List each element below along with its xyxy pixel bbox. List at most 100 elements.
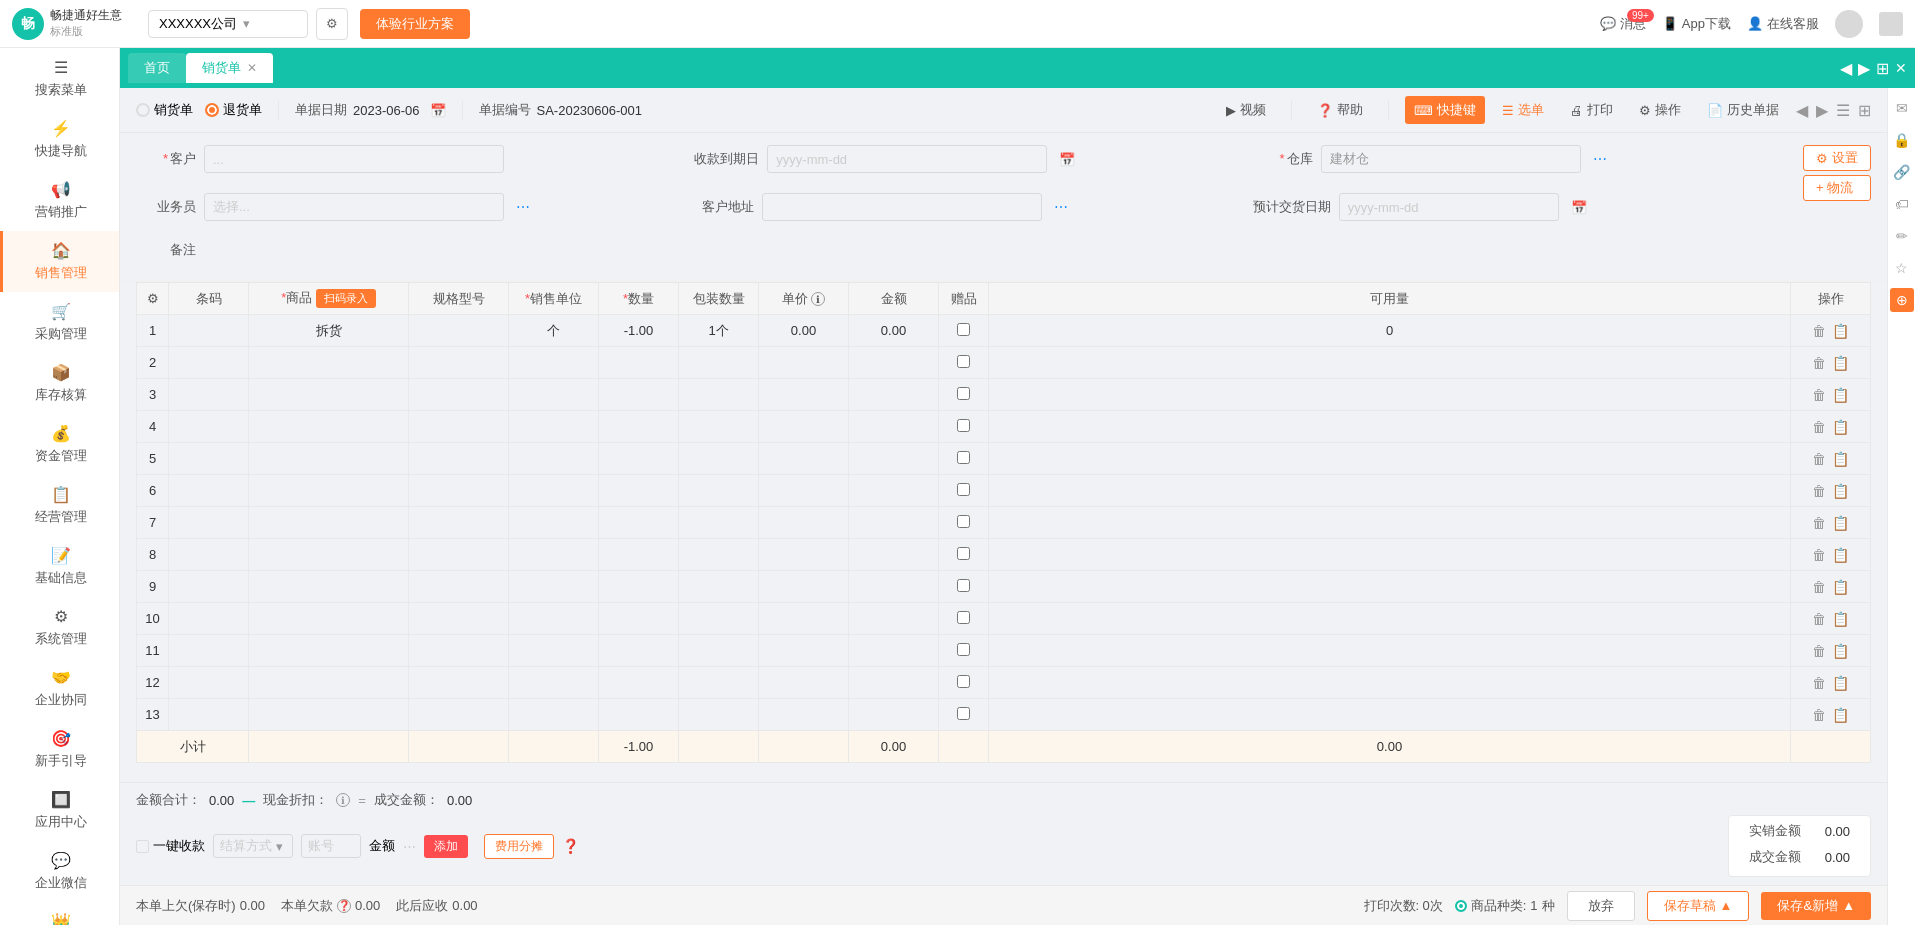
copy-row-icon[interactable]: 📋 (1832, 707, 1849, 723)
sidebar-item-corp[interactable]: 🤝 企业协同 (0, 658, 119, 719)
gift-checkbox[interactable] (957, 643, 970, 656)
gift-checkbox[interactable] (957, 419, 970, 432)
radio-return-order[interactable]: 退货单 (205, 101, 262, 119)
float-link-icon[interactable]: 🔗 (1890, 160, 1914, 184)
save-draft-button[interactable]: 保存草稿 ▲ (1647, 891, 1750, 921)
save-new-button[interactable]: 保存&新增 ▲ (1761, 892, 1871, 920)
tab-sales-order[interactable]: 销货单 ✕ (186, 53, 273, 83)
payment-calendar-icon[interactable]: 📅 (1059, 152, 1075, 167)
delete-row-icon[interactable]: 🗑 (1812, 515, 1826, 531)
copy-row-icon[interactable]: 📋 (1832, 579, 1849, 595)
tab-grid-icon[interactable]: ⊞ (1876, 59, 1889, 78)
customer-addr-input[interactable] (762, 193, 1042, 221)
app-download-button[interactable]: 📱 App下载 (1662, 15, 1731, 33)
gift-checkbox[interactable] (957, 451, 970, 464)
copy-row-icon[interactable]: 📋 (1832, 419, 1849, 435)
user-avatar[interactable] (1835, 10, 1863, 38)
view-list-icon[interactable]: ☰ (1836, 101, 1850, 120)
float-edit-icon[interactable]: ✏ (1890, 224, 1914, 248)
delete-row-icon[interactable]: 🗑 (1812, 483, 1826, 499)
print-btn[interactable]: 🖨 打印 (1561, 96, 1622, 124)
sidebar-item-base[interactable]: 📝 基础信息 (0, 536, 119, 597)
gift-checkbox[interactable] (957, 579, 970, 592)
nav-next-icon[interactable]: ▶ (1816, 101, 1828, 120)
float-tag-icon[interactable]: 🏷 (1890, 192, 1914, 216)
delete-row-icon[interactable]: 🗑 (1812, 451, 1826, 467)
delete-row-icon[interactable]: 🗑 (1812, 547, 1826, 563)
total-owed-info-icon[interactable]: ❓ (337, 899, 351, 913)
tab-back-icon[interactable]: ◀ (1840, 59, 1852, 78)
view-grid-icon[interactable]: ⊞ (1858, 101, 1871, 120)
sidebar-item-quick-nav[interactable]: ⚡ 快捷导航 (0, 109, 119, 170)
row-gift[interactable] (939, 315, 989, 347)
online-service-button[interactable]: 👤 在线客服 (1747, 15, 1819, 33)
expense-split-button[interactable]: 费用分摊 (484, 834, 554, 859)
delete-row-icon[interactable]: 🗑 (1812, 387, 1826, 403)
amount-link-icon[interactable]: ⋯ (403, 839, 416, 854)
sidebar-item-guide[interactable]: 🎯 新手引导 (0, 719, 119, 780)
row-qty[interactable]: -1.00 (599, 315, 679, 347)
delete-row-icon[interactable]: 🗑 (1812, 707, 1826, 723)
gift-checkbox[interactable] (957, 483, 970, 496)
float-star-icon[interactable]: ☆ (1890, 256, 1914, 280)
copy-row-icon[interactable]: 📋 (1832, 547, 1849, 563)
customer-addr-link-icon[interactable]: ⋯ (1054, 199, 1068, 215)
scan-barcode-button[interactable]: 扫码录入 (316, 289, 376, 308)
delete-row-icon[interactable]: 🗑 (1812, 355, 1826, 371)
settle-method-select[interactable]: 结算方式 ▾ (213, 834, 293, 858)
float-orange-button[interactable]: ⊕ (1890, 288, 1914, 312)
tab-home[interactable]: 首页 (128, 53, 186, 83)
account-input[interactable]: 账号 (301, 834, 361, 858)
calendar-icon[interactable]: 📅 (430, 103, 446, 118)
row-product[interactable]: 拆货 (249, 315, 409, 347)
sidebar-item-business[interactable]: 📋 经营管理 (0, 475, 119, 536)
copy-row-icon[interactable]: 📋 (1832, 451, 1849, 467)
company-selector[interactable]: XXXXXX公司 ▾ (148, 10, 308, 38)
delete-row-icon[interactable]: 🗑 (1812, 419, 1826, 435)
sidebar-item-sales[interactable]: 🏠 销售管理 (0, 231, 119, 292)
history-btn[interactable]: 📄 历史单据 (1698, 96, 1788, 124)
gift-checkbox[interactable] (957, 323, 970, 336)
copy-row-icon[interactable]: 📋 (1832, 323, 1849, 339)
copy-row-icon[interactable]: 📋 (1832, 515, 1849, 531)
float-msg-icon[interactable]: ✉ (1890, 96, 1914, 120)
one-pay-checkbox-item[interactable]: 一键收款 (136, 837, 205, 855)
choose-btn[interactable]: ☰ 选单 (1493, 96, 1553, 124)
delete-row-icon[interactable]: 🗑 (1812, 611, 1826, 627)
gift-checkbox[interactable] (957, 611, 970, 624)
sidebar-item-search[interactable]: ☰ 搜索菜单 (0, 48, 119, 109)
salesperson-input[interactable]: 选择... (204, 193, 504, 221)
message-button[interactable]: 💬 消息 99+ (1600, 15, 1646, 33)
copy-row-icon[interactable]: 📋 (1832, 675, 1849, 691)
expected-date-calendar-icon[interactable]: 📅 (1571, 200, 1587, 215)
row-amount[interactable]: 0.00 (849, 315, 939, 347)
settings-button[interactable]: ⚙ 设置 (1803, 145, 1871, 171)
sidebar-item-inventory[interactable]: 📦 库存核算 (0, 353, 119, 414)
sidebar-item-finance[interactable]: 💰 资金管理 (0, 414, 119, 475)
sidebar-item-system[interactable]: ⚙ 系统管理 (0, 597, 119, 658)
sidebar-item-marketing[interactable]: 📢 营销推广 (0, 170, 119, 231)
copy-row-icon[interactable]: 📋 (1832, 643, 1849, 659)
float-lock-icon[interactable]: 🔒 (1890, 128, 1914, 152)
row-unitprice[interactable]: 0.00 (759, 315, 849, 347)
logistics-button[interactable]: + 物流 (1803, 175, 1871, 201)
tab-forward-icon[interactable]: ▶ (1858, 59, 1870, 78)
gift-checkbox[interactable] (957, 547, 970, 560)
customer-input[interactable]: ... (204, 145, 504, 173)
gift-checkbox[interactable] (957, 707, 970, 720)
gift-checkbox[interactable] (957, 387, 970, 400)
expected-date-input[interactable]: yyyy-mm-dd (1339, 193, 1559, 221)
copy-row-icon[interactable]: 📋 (1832, 387, 1849, 403)
copy-row-icon[interactable]: 📋 (1832, 483, 1849, 499)
gift-checkbox[interactable] (957, 515, 970, 528)
sidebar-item-apps[interactable]: 🔲 应用中心 (0, 780, 119, 841)
gift-checkbox[interactable] (957, 675, 970, 688)
expense-help-icon[interactable]: ❓ (562, 838, 579, 854)
radio-sales-order[interactable]: 销货单 (136, 101, 193, 119)
row-barcode[interactable] (169, 315, 249, 347)
one-pay-checkbox[interactable] (136, 840, 149, 853)
tab-close-icon[interactable]: ✕ (247, 61, 257, 75)
video-btn[interactable]: ▶ 视频 (1217, 96, 1275, 124)
nav-prev-icon[interactable]: ◀ (1796, 101, 1808, 120)
warehouse-link-icon[interactable]: ⋯ (1593, 151, 1607, 167)
